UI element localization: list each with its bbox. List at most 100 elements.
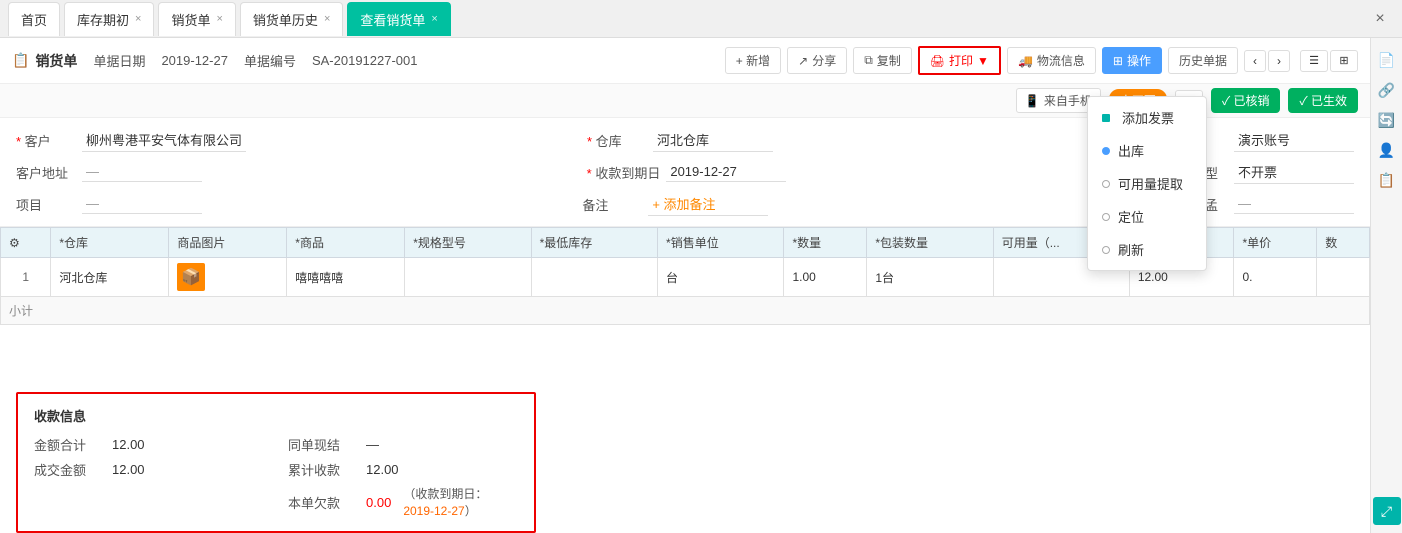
- payment-info-section: 收款信息 金额合计 12.00 成交金额 12.00: [16, 392, 536, 533]
- tab-inventory[interactable]: 库存期初 ×: [64, 2, 154, 36]
- sales-staff-value[interactable]: —: [1234, 194, 1354, 214]
- logistics-label: 物流信息: [1037, 52, 1085, 69]
- th-spec: *规格型号: [405, 228, 531, 258]
- copy-button[interactable]: ⧉ 复制: [853, 47, 912, 74]
- outbound-label: 出库: [1118, 141, 1144, 160]
- view-grid[interactable]: ⊞: [1330, 50, 1358, 72]
- row-spec[interactable]: [405, 258, 531, 297]
- doc-date-value: 2019-12-27: [161, 53, 228, 68]
- sidebar-refresh-icon[interactable]: 🔄: [1373, 106, 1401, 134]
- th-settings[interactable]: ⚙: [1, 228, 51, 258]
- due-date-note: （收款到期日：2019-12-27）: [403, 485, 518, 519]
- nav-prev[interactable]: ‹: [1244, 50, 1266, 72]
- th-sales-unit: *销售单位: [658, 228, 784, 258]
- refresh-item[interactable]: 刷新: [1088, 233, 1206, 266]
- effective-button[interactable]: ✓ 已生效: [1288, 88, 1358, 113]
- row-amount[interactable]: [1317, 258, 1370, 297]
- address-value[interactable]: —: [82, 162, 202, 182]
- sidebar-note-icon[interactable]: 📋: [1373, 166, 1401, 194]
- doc-date-label: 单据日期: [93, 51, 145, 70]
- tab-view-sales-close[interactable]: ×: [431, 13, 437, 25]
- verified-button[interactable]: ✓ 已核销: [1211, 88, 1281, 113]
- tab-home[interactable]: 首页: [8, 2, 60, 36]
- window-close-button[interactable]: ×: [1366, 5, 1394, 33]
- refresh-label: 刷新: [1118, 240, 1144, 259]
- operation-label: 操作: [1127, 52, 1151, 69]
- available-qty-item[interactable]: 可用量提取: [1088, 167, 1206, 200]
- row-min-stock[interactable]: [531, 258, 657, 297]
- operation-icon: ⊞: [1113, 54, 1123, 68]
- row-num: 1: [1, 258, 51, 297]
- share-button[interactable]: ↗ 分享: [787, 47, 847, 74]
- print-button[interactable]: 🖨 打印 ▼: [918, 46, 1001, 75]
- current-owed-value: 0.00: [366, 495, 391, 510]
- project-field: 项目 —: [16, 194, 582, 214]
- doc-title: 📋 销货单: [12, 51, 77, 71]
- due-date-field: 收款到期日 2019-12-27: [587, 162, 1158, 182]
- employee-value[interactable]: 演示账号: [1234, 128, 1354, 152]
- deal-amount-label: 成交金额: [34, 460, 104, 479]
- deal-amount-value: 12.00: [112, 462, 145, 477]
- operation-button[interactable]: ⊞ 操作: [1102, 47, 1162, 74]
- sidebar-doc-icon[interactable]: 📄: [1373, 46, 1401, 74]
- refresh-icon: [1102, 246, 1110, 254]
- amount-total-label: 金额合计: [34, 435, 104, 454]
- total-received-label: 累计收款: [288, 460, 358, 479]
- row-sales-unit[interactable]: 台: [658, 258, 784, 297]
- row-warehouse[interactable]: 河北仓库: [51, 258, 169, 297]
- th-amount: 数: [1317, 228, 1370, 258]
- th-product: *商品: [287, 228, 405, 258]
- history-button[interactable]: 历史单据: [1168, 47, 1238, 74]
- logistics-icon: 🚚: [1018, 54, 1033, 68]
- tab-sales[interactable]: 销货单 ×: [158, 2, 235, 36]
- tab-sales-close[interactable]: ×: [216, 13, 222, 25]
- tab-inventory-close[interactable]: ×: [135, 13, 141, 25]
- tab-sales-history-close[interactable]: ×: [324, 13, 330, 25]
- outbound-item[interactable]: 出库: [1088, 134, 1206, 167]
- tab-view-sales[interactable]: 查看销货单 ×: [347, 2, 450, 36]
- customer-value[interactable]: 柳州粤港平安气体有限公司: [82, 128, 246, 152]
- doc-number-value: SA-20191227-001: [312, 53, 418, 68]
- warehouse-label: 仓库: [587, 131, 647, 150]
- subtotal-row: 小计: [1, 297, 1370, 325]
- row-product[interactable]: 嘻嘻嘻嘻: [287, 258, 405, 297]
- payment-info-title: 收款信息: [34, 406, 518, 425]
- row-price[interactable]: 0.: [1234, 258, 1317, 297]
- verified-label: ✓ 已核销: [1222, 92, 1270, 109]
- sidebar-link-icon[interactable]: 🔗: [1373, 76, 1401, 104]
- available-qty-icon: [1102, 180, 1110, 188]
- total-received-value: 12.00: [366, 462, 399, 477]
- share-icon: ↗: [798, 54, 808, 68]
- project-value[interactable]: —: [82, 194, 202, 214]
- sidebar-user-icon[interactable]: 👤: [1373, 136, 1401, 164]
- effective-label: ✓ 已生效: [1299, 92, 1347, 109]
- row-qty[interactable]: 1.00: [784, 258, 867, 297]
- view-list[interactable]: ☰: [1300, 50, 1328, 72]
- close-icon: ×: [1375, 10, 1384, 28]
- nav-next[interactable]: ›: [1268, 50, 1290, 72]
- new-button[interactable]: + 新增: [725, 47, 781, 74]
- note-add[interactable]: + 添加备注: [648, 192, 768, 216]
- sidebar-expand-icon[interactable]: ⤢: [1373, 497, 1401, 525]
- row-pack-qty[interactable]: 1台: [867, 258, 993, 297]
- tab-sales-history[interactable]: 销货单历史 ×: [240, 2, 343, 36]
- payment-info-grid: 金额合计 12.00 成交金额 12.00 同单现结 —: [34, 435, 518, 519]
- address-label: 客户地址: [16, 163, 76, 182]
- add-invoice-label: 添加发票: [1122, 108, 1174, 127]
- locate-item[interactable]: 定位: [1088, 200, 1206, 233]
- logistics-button[interactable]: 🚚 物流信息: [1007, 47, 1096, 74]
- from-phone-label: 来自手机: [1044, 92, 1092, 109]
- gear-icon: ⚙: [9, 236, 20, 250]
- print-label: 打印: [949, 52, 973, 69]
- due-date-value[interactable]: 2019-12-27: [666, 162, 786, 182]
- ticket-type-value[interactable]: 不开票: [1234, 160, 1354, 184]
- share-label: 分享: [812, 52, 836, 69]
- customer-label: 客户: [16, 131, 76, 150]
- print-dropdown-icon: ▼: [977, 54, 989, 68]
- th-price: *单价: [1234, 228, 1317, 258]
- operation-dropdown: 添加发票 出库 可用量提取 定位 刷新: [1087, 96, 1207, 271]
- warehouse-value[interactable]: 河北仓库: [653, 128, 773, 152]
- doc-actions: + 新增 ↗ 分享 ⧉ 复制 🖨 打印 ▼ 🚚 物流信息: [725, 46, 1358, 75]
- print-icon: 🖨: [930, 54, 945, 68]
- add-invoice-item[interactable]: 添加发票: [1088, 101, 1206, 134]
